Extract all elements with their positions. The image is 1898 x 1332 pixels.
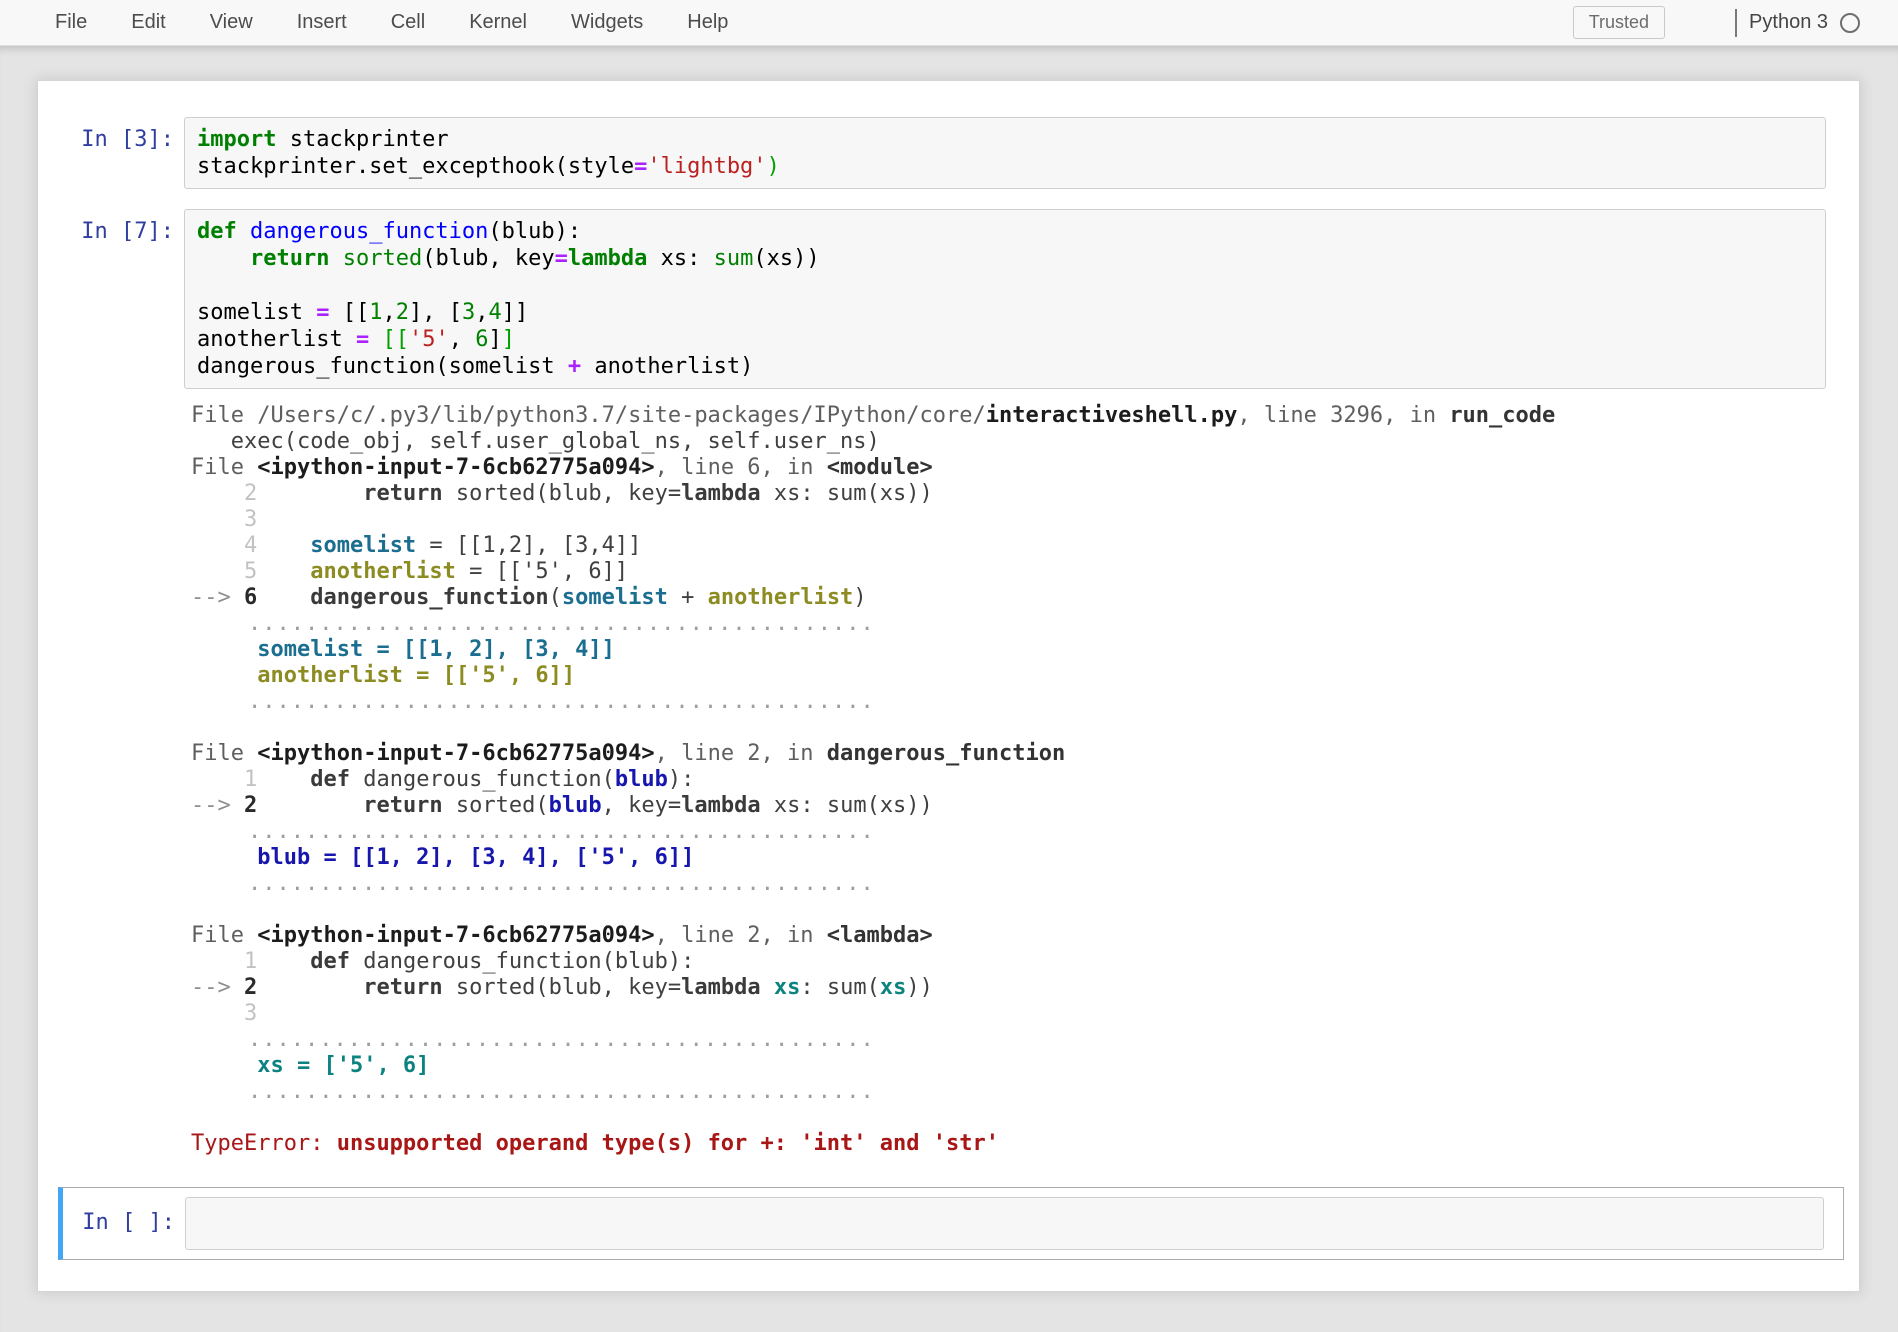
empty-code-cell-selected[interactable]: In [ ]: — [58, 1187, 1844, 1260]
menu-items: File Edit View Insert Cell Kernel Widgets Help — [55, 11, 728, 34]
input-prompt: In [ ]: — [82, 1210, 175, 1235]
menu-item-help[interactable]: Help — [687, 11, 728, 34]
code-cell-2: In [7]: def dangerous_function(blub): re… — [38, 209, 1859, 389]
code-editor-2[interactable]: def dangerous_function(blub): return sor… — [184, 209, 1826, 389]
menu-item-cell[interactable]: Cell — [391, 11, 425, 34]
menubar-right: Trusted Python 3 — [1572, 6, 1874, 39]
input-prompt: In [7]: — [81, 219, 174, 244]
output-area: File /Users/c/.py3/lib/python3.7/site-pa… — [38, 403, 1859, 1157]
notebook-container: In [3]: import stackprinter stackprinter… — [37, 80, 1860, 1292]
kernel-name-label: Python 3 — [1749, 11, 1828, 33]
menu-item-edit[interactable]: Edit — [131, 11, 165, 34]
menu-bar: File Edit View Insert Cell Kernel Widgets Help … — [0, 0, 1898, 46]
kernel-status-icon — [1840, 12, 1860, 33]
notebook-background: In [3]: import stackprinter stackprinter… — [0, 46, 1898, 1332]
cell-2-code: def dangerous_function(blub): return sor… — [197, 219, 820, 379]
output-prompt-spacer — [38, 403, 184, 1157]
cell-1-code: import stackprinter stackprinter.set_exc… — [197, 127, 780, 179]
menu-item-view[interactable]: View — [210, 11, 253, 34]
stacktrace-output: File /Users/c/.py3/lib/python3.7/site-pa… — [191, 403, 1556, 1156]
input-prompt: In [3]: — [81, 127, 174, 152]
menu-item-file[interactable]: File — [55, 11, 87, 34]
menu-item-widgets[interactable]: Widgets — [571, 11, 643, 34]
empty-code-editor[interactable] — [185, 1197, 1824, 1250]
menu-item-insert[interactable]: Insert — [297, 11, 347, 34]
menu-item-kernel[interactable]: Kernel — [469, 11, 527, 34]
trusted-button[interactable]: Trusted — [1572, 6, 1666, 39]
kernel-separator — [1735, 8, 1738, 37]
code-cell-1: In [3]: import stackprinter stackprinter… — [38, 117, 1859, 189]
code-editor-1[interactable]: import stackprinter stackprinter.set_exc… — [184, 117, 1826, 189]
